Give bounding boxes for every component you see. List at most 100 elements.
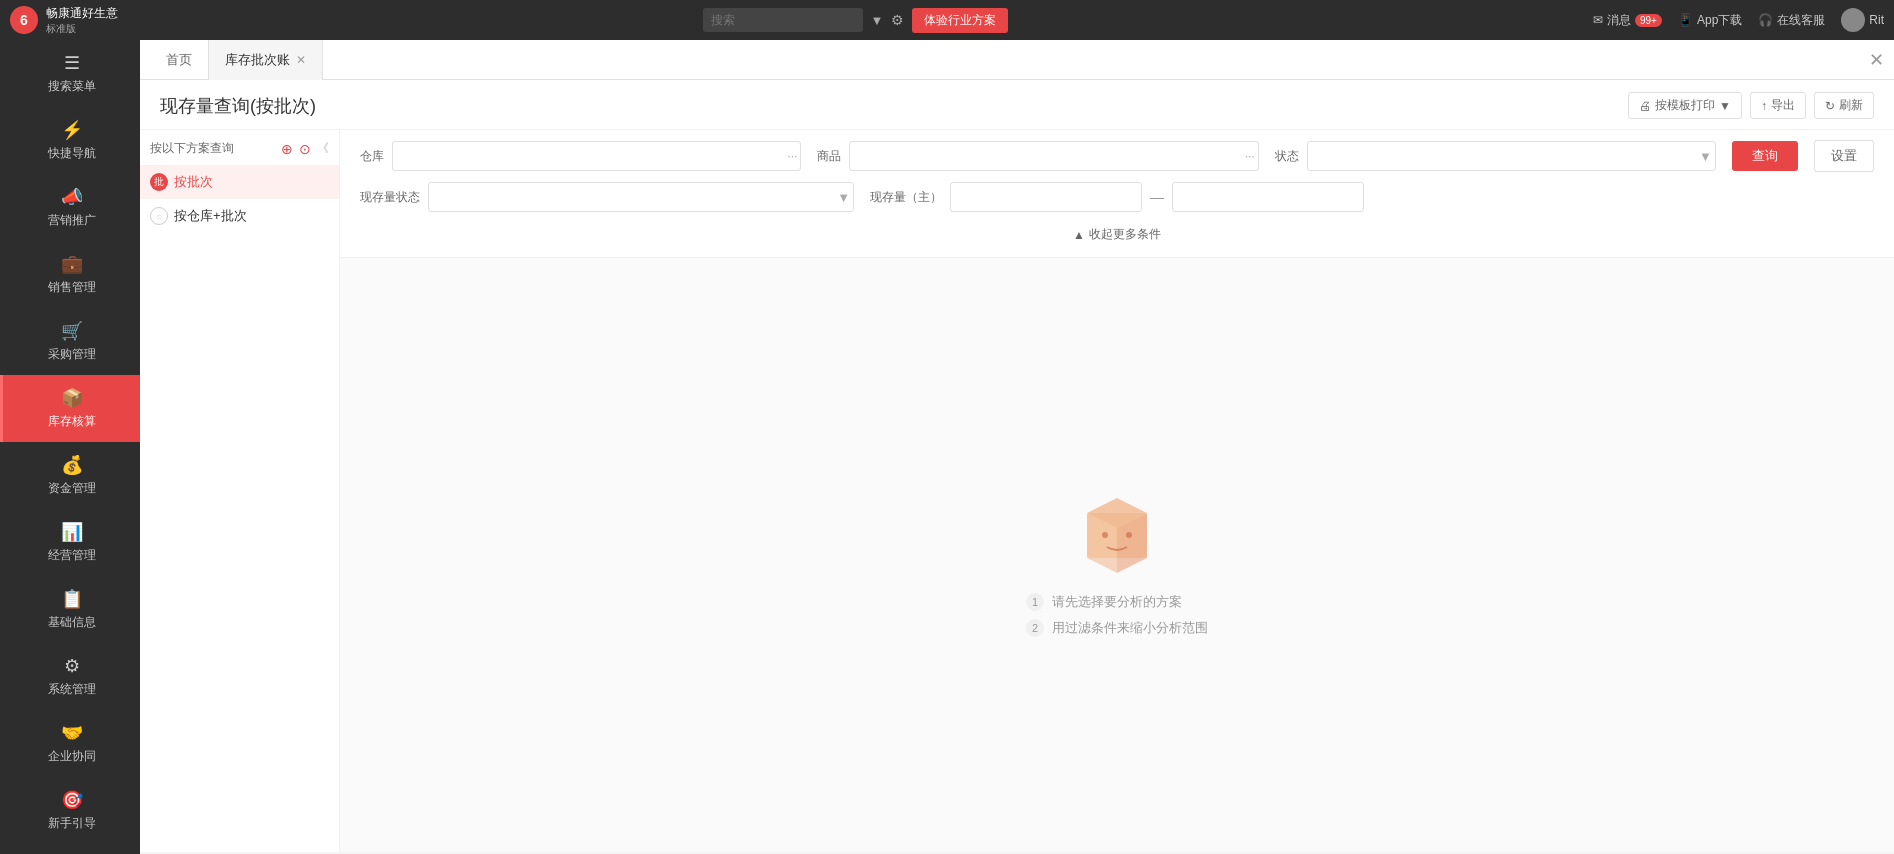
- warehouse-dots-btn[interactable]: ···: [787, 149, 797, 163]
- header-left: 6 畅康通好生意 标准版: [10, 5, 118, 36]
- scheme-icon-by-warehouse-batch: ○: [150, 207, 168, 225]
- status-dropdown-icon[interactable]: ▼: [1699, 149, 1712, 164]
- filter-area: 仓库 ··· 商品 ···: [340, 130, 1894, 258]
- sidebar-item-basics[interactable]: 📋基础信息: [0, 576, 140, 643]
- app-download-label: App下载: [1697, 12, 1742, 29]
- scheme-label-by-warehouse-batch: 按仓库+批次: [174, 207, 247, 225]
- sidebar-item-search-menu[interactable]: ☰ 搜索菜单: [0, 40, 140, 107]
- inventory-status-label: 现存量状态: [360, 189, 420, 206]
- tab-panel-close-btn[interactable]: ✕: [1869, 49, 1884, 71]
- inventory-quantity-from[interactable]: [950, 182, 1142, 212]
- search-dropdown-icon[interactable]: ▼: [871, 13, 884, 28]
- sidebar-icon-enterprise-collab: 🤝: [61, 722, 83, 744]
- add-scheme-icon[interactable]: ⊕: [281, 141, 293, 157]
- sidebar-label-new-guide: 新手引导: [48, 815, 96, 832]
- filter-dash: —: [1150, 189, 1164, 205]
- print-icon: 🖨: [1639, 99, 1651, 113]
- empty-hints: 1 请先选择要分析的方案 2 用过滤条件来缩小分析范围: [1026, 593, 1208, 637]
- status-input[interactable]: [1307, 141, 1716, 171]
- sidebar-item-quick-nav[interactable]: ⚡ 快捷导航: [0, 107, 140, 174]
- tab-bar: 首页库存批次账✕ ✕: [140, 40, 1894, 80]
- sidebar-item-app-center[interactable]: 📱应用中心: [0, 844, 140, 854]
- sidebar-label-quick-nav: 快捷导航: [48, 145, 96, 162]
- tab-home[interactable]: 首页: [150, 40, 209, 80]
- page-content: 现存量查询(按批次) 🖨 按模板打印 ▼ ↑ 导出 ↻ 刷新: [140, 80, 1894, 854]
- query-btn[interactable]: 查询: [1732, 141, 1798, 171]
- tab-inventory-batch[interactable]: 库存批次账✕: [209, 40, 323, 80]
- hint-num-2: 2: [1026, 619, 1044, 637]
- sidebar-item-inventory[interactable]: 📦 库存核算: [0, 375, 140, 442]
- app-download-action[interactable]: 📱 App下载: [1678, 12, 1742, 29]
- template-print-btn[interactable]: 🖨 按模板打印 ▼: [1628, 92, 1742, 119]
- filter-row-2: 现存量状态 ▼ 现存量（主） —: [360, 182, 1874, 212]
- inventory-status-wrapper: ▼: [428, 182, 854, 212]
- hint-text-2: 用过滤条件来缩小分析范围: [1052, 619, 1208, 637]
- scheme-settings-icon[interactable]: ⊙: [299, 141, 311, 157]
- inventory-status-input[interactable]: [428, 182, 854, 212]
- empty-hint-1: 1 请先选择要分析的方案: [1026, 593, 1208, 611]
- right-panel: 仓库 ··· 商品 ···: [340, 130, 1894, 852]
- hint-num-1: 1: [1026, 593, 1044, 611]
- sidebar: ☰ 搜索菜单 ⚡ 快捷导航 📣营销推广💼销售管理🛒采购管理 📦 库存核算 💰 资金管理 📊经营管理…: [0, 40, 140, 854]
- header-center: ▼ ⚙ 体验行业方案: [118, 8, 1593, 33]
- scheme-collapse-icon[interactable]: 《: [317, 140, 329, 157]
- online-service-action[interactable]: 🎧 在线客服: [1758, 12, 1825, 29]
- inventory-status-dropdown-icon[interactable]: ▼: [837, 190, 850, 205]
- warehouse-label: 仓库: [360, 148, 384, 165]
- sidebar-icon-purchase: 🛒: [61, 320, 83, 342]
- empty-illustration: [1067, 473, 1167, 573]
- warehouse-input[interactable]: [392, 141, 801, 171]
- sidebar-label-search-menu: 搜索菜单: [48, 78, 96, 95]
- sidebar-item-system[interactable]: ⚙系统管理: [0, 643, 140, 710]
- product-input[interactable]: [849, 141, 1258, 171]
- sidebar-icon-quick-nav: ⚡: [61, 119, 83, 141]
- scheme-panel-actions: ⊕ ⊙ 《: [281, 140, 329, 157]
- export-icon: ↑: [1761, 99, 1767, 113]
- sidebar-label-finance: 资金管理: [48, 480, 96, 497]
- sidebar-item-marketing[interactable]: 📣营销推广: [0, 174, 140, 241]
- tab-close-inventory-batch[interactable]: ✕: [296, 53, 306, 67]
- export-btn[interactable]: ↑ 导出: [1750, 92, 1806, 119]
- sidebar-icon-finance: 💰: [61, 454, 83, 476]
- collapse-more-btn[interactable]: ▲ 收起更多条件: [360, 222, 1874, 247]
- phone-icon: 📱: [1678, 13, 1693, 27]
- scheme-item-by-warehouse-batch[interactable]: ○ 按仓库+批次: [140, 199, 339, 233]
- header-settings-icon[interactable]: ⚙: [891, 12, 904, 28]
- product-label: 商品: [817, 148, 841, 165]
- messages-action[interactable]: ✉ 消息 99+: [1593, 12, 1662, 29]
- scheme-item-by-batch[interactable]: 批按批次: [140, 165, 339, 199]
- settings-btn[interactable]: 设置: [1814, 140, 1874, 172]
- hint-text-1: 请先选择要分析的方案: [1052, 593, 1182, 611]
- sidebar-icon-search-menu: ☰: [64, 52, 80, 74]
- app-edition: 标准版: [46, 22, 118, 36]
- app-title: 畅康通好生意: [46, 5, 118, 22]
- user-name: Rit: [1869, 13, 1884, 27]
- sidebar-item-sales[interactable]: 💼销售管理: [0, 241, 140, 308]
- sidebar-item-new-guide[interactable]: 🎯 新手引导: [0, 777, 140, 844]
- industry-btn[interactable]: 体验行业方案: [912, 8, 1008, 33]
- scheme-panel: 按以下方案查询 ⊕ ⊙ 《 批按批次○按仓库+批次: [140, 130, 340, 852]
- sidebar-label-system: 系统管理: [48, 681, 96, 698]
- sidebar-item-operations[interactable]: 📊经营管理: [0, 509, 140, 576]
- sidebar-label-enterprise-collab: 企业协同: [48, 748, 96, 765]
- sidebar-item-enterprise-collab[interactable]: 🤝 企业协同: [0, 710, 140, 777]
- title-actions: 🖨 按模板打印 ▼ ↑ 导出 ↻ 刷新: [1628, 92, 1874, 119]
- sidebar-label-marketing: 营销推广: [48, 212, 96, 229]
- inventory-quantity-to[interactable]: [1172, 182, 1364, 212]
- page-title-bar: 现存量查询(按批次) 🖨 按模板打印 ▼ ↑ 导出 ↻ 刷新: [140, 80, 1894, 130]
- user-action[interactable]: Rit: [1841, 8, 1884, 32]
- app-logo: 6: [10, 6, 38, 34]
- sidebar-item-purchase[interactable]: 🛒采购管理: [0, 308, 140, 375]
- user-avatar: [1841, 8, 1865, 32]
- main-section: 按以下方案查询 ⊕ ⊙ 《 批按批次○按仓库+批次: [140, 130, 1894, 852]
- refresh-btn[interactable]: ↻ 刷新: [1814, 92, 1874, 119]
- sidebar-item-finance[interactable]: 💰 资金管理: [0, 442, 140, 509]
- sidebar-label-inventory: 库存核算: [48, 413, 96, 430]
- search-input[interactable]: [703, 8, 863, 32]
- sidebar-icon-new-guide: 🎯: [61, 789, 83, 811]
- scheme-label-by-batch: 按批次: [174, 173, 213, 191]
- sidebar-icon-inventory: 📦: [61, 387, 83, 409]
- status-filter-group: 状态 ▼: [1275, 141, 1716, 171]
- headset-icon: 🎧: [1758, 13, 1773, 27]
- product-dots-btn[interactable]: ···: [1245, 149, 1255, 163]
